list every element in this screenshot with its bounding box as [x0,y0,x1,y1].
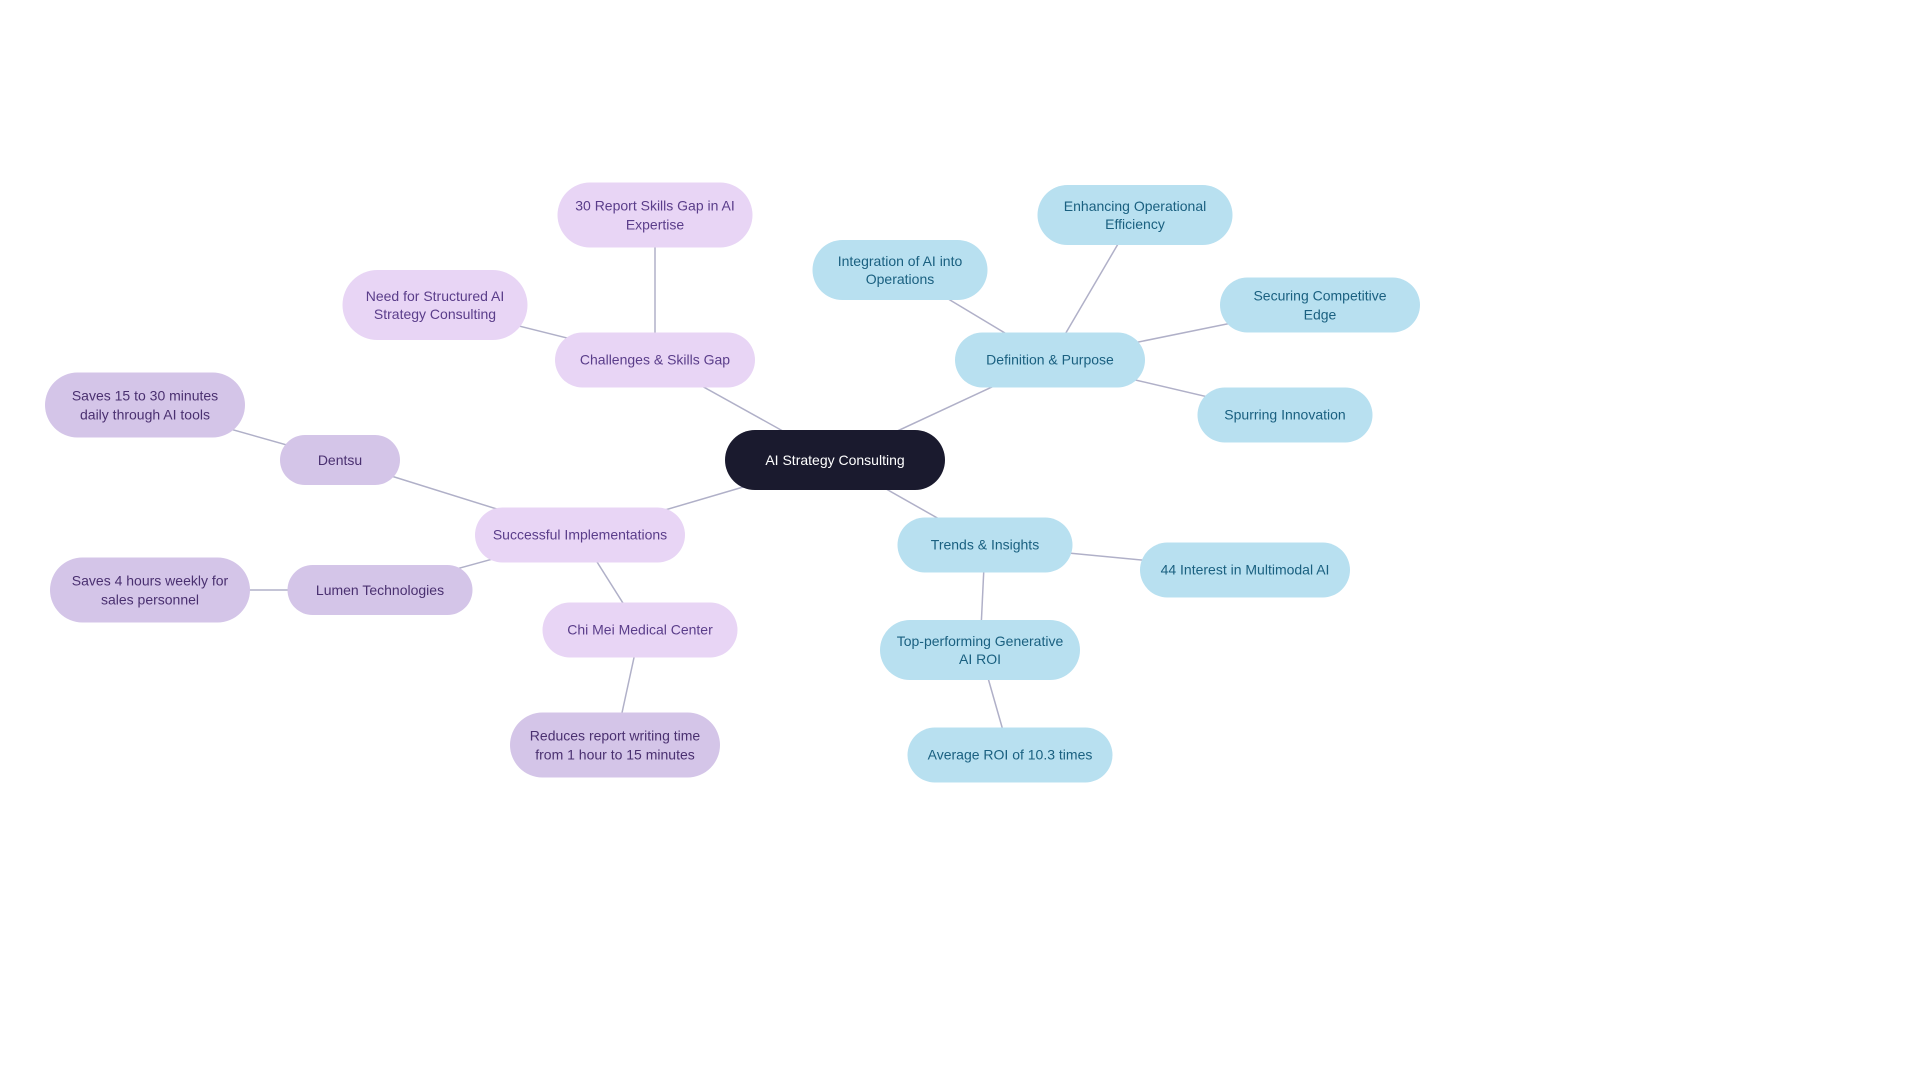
node-avg_roi[interactable]: Average ROI of 10.3 times [908,728,1113,783]
node-reduces[interactable]: Reduces report writing time from 1 hour … [510,713,720,778]
node-saves_weekly[interactable]: Saves 4 hours weekly for sales personnel [50,558,250,623]
node-saves_daily[interactable]: Saves 15 to 30 minutes daily through AI … [45,373,245,438]
central-node[interactable]: AI Strategy Consulting [725,430,945,490]
mindmap-container: AI Strategy Consulting Challenges & Skill… [0,0,1920,1083]
node-multimodal[interactable]: 44 Interest in Multimodal AI [1140,543,1350,598]
node-definition[interactable]: Definition & Purpose [955,333,1145,388]
node-challenges[interactable]: Challenges & Skills Gap [555,333,755,388]
node-skills_gap[interactable]: 30 Report Skills Gap in AI Expertise [558,183,753,248]
node-chi_mei[interactable]: Chi Mei Medical Center [543,603,738,658]
node-enhancing[interactable]: Enhancing Operational Efficiency [1038,185,1233,245]
node-securing[interactable]: Securing Competitive Edge [1220,278,1420,333]
node-lumen[interactable]: Lumen Technologies [288,565,473,615]
node-top_gen[interactable]: Top-performing Generative AI ROI [880,620,1080,680]
node-integration[interactable]: Integration of AI into Operations [813,240,988,300]
node-dentsu[interactable]: Dentsu [280,435,400,485]
node-successful[interactable]: Successful Implementations [475,508,685,563]
node-trends[interactable]: Trends & Insights [898,518,1073,573]
node-spurring[interactable]: Spurring Innovation [1198,388,1373,443]
node-structured[interactable]: Need for Structured AI Strategy Consulti… [343,270,528,340]
